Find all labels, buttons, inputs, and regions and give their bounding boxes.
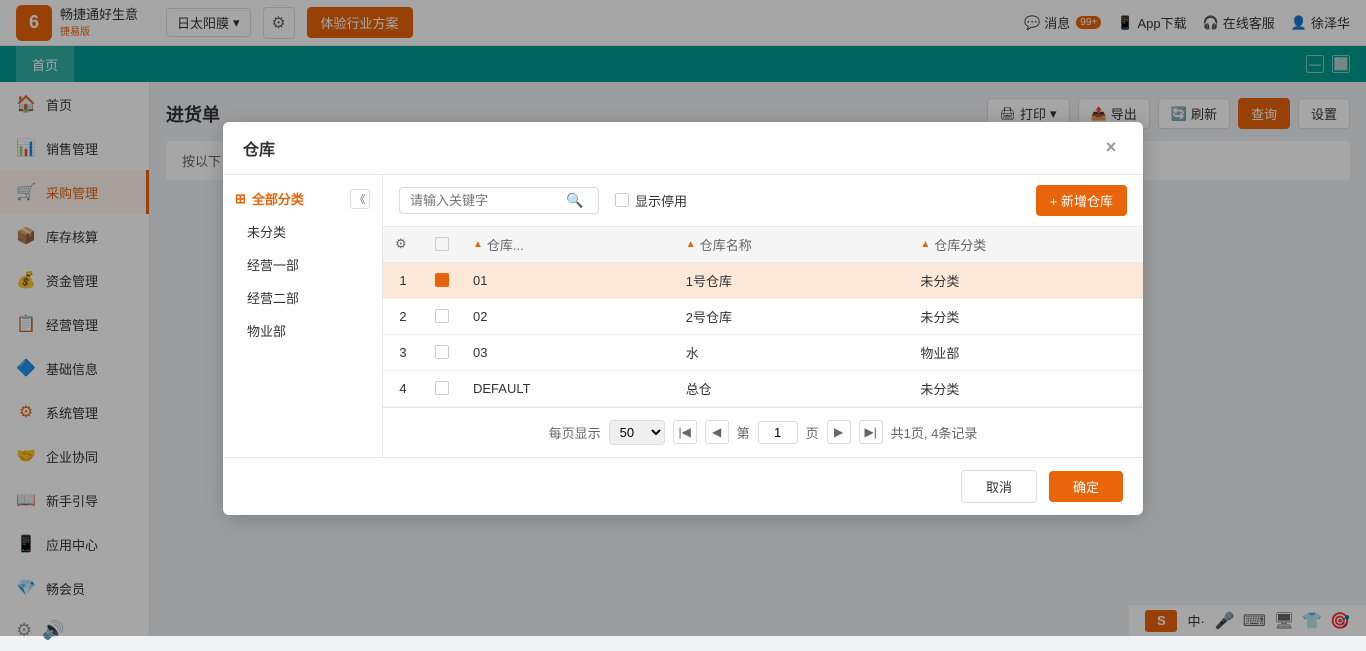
select-all-checkbox[interactable] <box>435 237 449 251</box>
row-category: 未分类 <box>908 262 1143 298</box>
table-row[interactable]: 4 DEFAULT 总仓 未分类 <box>383 370 1143 406</box>
row-name: 水 <box>674 334 909 370</box>
page-prev-button[interactable]: ◀ <box>705 420 729 444</box>
per-page-label: 每页显示 <box>549 423 601 442</box>
warehouse-table: ⚙ ▲ 仓库... <box>383 227 1143 407</box>
modal-body: ⊞ 全部分类 《 未分类 经营一部 经营二部 物业部 <box>223 175 1143 457</box>
page-input[interactable] <box>758 421 798 444</box>
row-checkbox[interactable] <box>435 273 449 287</box>
close-icon: × <box>1106 137 1117 158</box>
row-checkbox[interactable] <box>435 309 449 323</box>
search-input[interactable] <box>410 193 560 208</box>
modal-overlay: 仓库 × ⊞ 全部分类 《 未分类 <box>0 0 1366 636</box>
page-first-button[interactable]: |◀ <box>673 420 697 444</box>
page-unit: 页 <box>806 423 819 442</box>
col-gear: ⚙ <box>383 227 423 263</box>
search-box: 🔍 <box>399 187 599 214</box>
grid-icon: ⊞ <box>235 191 246 207</box>
row-code: DEFAULT <box>461 370 674 406</box>
collapse-button[interactable]: 《 <box>350 189 370 209</box>
row-category: 物业部 <box>908 334 1143 370</box>
col-category: ▲ 仓库分类 <box>908 227 1143 263</box>
category-panel: ⊞ 全部分类 《 未分类 经营一部 经营二部 物业部 <box>223 175 383 457</box>
right-panel: 🔍 显示停用 + 新增仓库 <box>383 175 1143 457</box>
right-toolbar: 🔍 显示停用 + 新增仓库 <box>383 175 1143 227</box>
page-last-button[interactable]: ▶| <box>859 420 883 444</box>
all-category-label: 全部分类 <box>252 189 304 208</box>
col-checkbox <box>423 227 461 263</box>
category-header: ⊞ 全部分类 《 <box>223 183 382 215</box>
col-code: ▲ 仓库... <box>461 227 674 263</box>
row-name: 总仓 <box>674 370 909 406</box>
cancel-button[interactable]: 取消 <box>961 470 1037 503</box>
total-label: 共1页, 4条记录 <box>891 423 978 442</box>
row-index: 2 <box>383 298 423 334</box>
col-name: ▲ 仓库名称 <box>674 227 909 263</box>
col-gear-icon: ⚙ <box>395 236 407 251</box>
row-name: 1号仓库 <box>674 262 909 298</box>
show-disabled-checkbox[interactable] <box>615 193 629 207</box>
row-index: 3 <box>383 334 423 370</box>
sort-name-icon: ▲ <box>686 239 696 250</box>
chevron-left-icon: 《 <box>355 191 366 207</box>
page-word: 第 <box>737 423 750 442</box>
row-code: 02 <box>461 298 674 334</box>
row-checkbox[interactable] <box>435 345 449 359</box>
add-warehouse-button[interactable]: + 新增仓库 <box>1036 185 1127 216</box>
page-next-button[interactable]: ▶ <box>827 420 851 444</box>
warehouse-modal: 仓库 × ⊞ 全部分类 《 未分类 <box>223 122 1143 515</box>
row-name: 2号仓库 <box>674 298 909 334</box>
modal-close-button[interactable]: × <box>1099 136 1123 160</box>
modal-title: 仓库 <box>243 136 275 160</box>
row-code: 01 <box>461 262 674 298</box>
per-page-select[interactable]: 50 100 <box>609 420 665 445</box>
category-item-dept1[interactable]: 经营一部 <box>223 248 382 281</box>
modal-header: 仓库 × <box>223 122 1143 175</box>
category-item-property[interactable]: 物业部 <box>223 314 382 347</box>
confirm-button[interactable]: 确定 <box>1049 471 1123 502</box>
sort-cat-icon: ▲ <box>920 239 930 250</box>
modal-footer: 取消 确定 <box>223 457 1143 515</box>
table-row[interactable]: 2 02 2号仓库 未分类 <box>383 298 1143 334</box>
search-icon[interactable]: 🔍 <box>566 192 583 209</box>
row-checkbox[interactable] <box>435 381 449 395</box>
table-row[interactable]: 3 03 水 物业部 <box>383 334 1143 370</box>
category-item-uncategorized[interactable]: 未分类 <box>223 215 382 248</box>
all-category-button[interactable]: ⊞ 全部分类 <box>235 189 304 208</box>
table-row[interactable]: 1 01 1号仓库 未分类 <box>383 262 1143 298</box>
show-disabled-toggle[interactable]: 显示停用 <box>615 191 687 210</box>
show-disabled-label: 显示停用 <box>635 191 687 210</box>
row-code: 03 <box>461 334 674 370</box>
row-index: 4 <box>383 370 423 406</box>
pagination: 每页显示 50 100 |◀ ◀ 第 页 ▶ ▶| 共1页, 4条记录 <box>383 407 1143 457</box>
category-item-dept2[interactable]: 经营二部 <box>223 281 382 314</box>
row-category: 未分类 <box>908 298 1143 334</box>
sort-icon: ▲ <box>473 239 483 250</box>
row-category: 未分类 <box>908 370 1143 406</box>
row-index: 1 <box>383 262 423 298</box>
